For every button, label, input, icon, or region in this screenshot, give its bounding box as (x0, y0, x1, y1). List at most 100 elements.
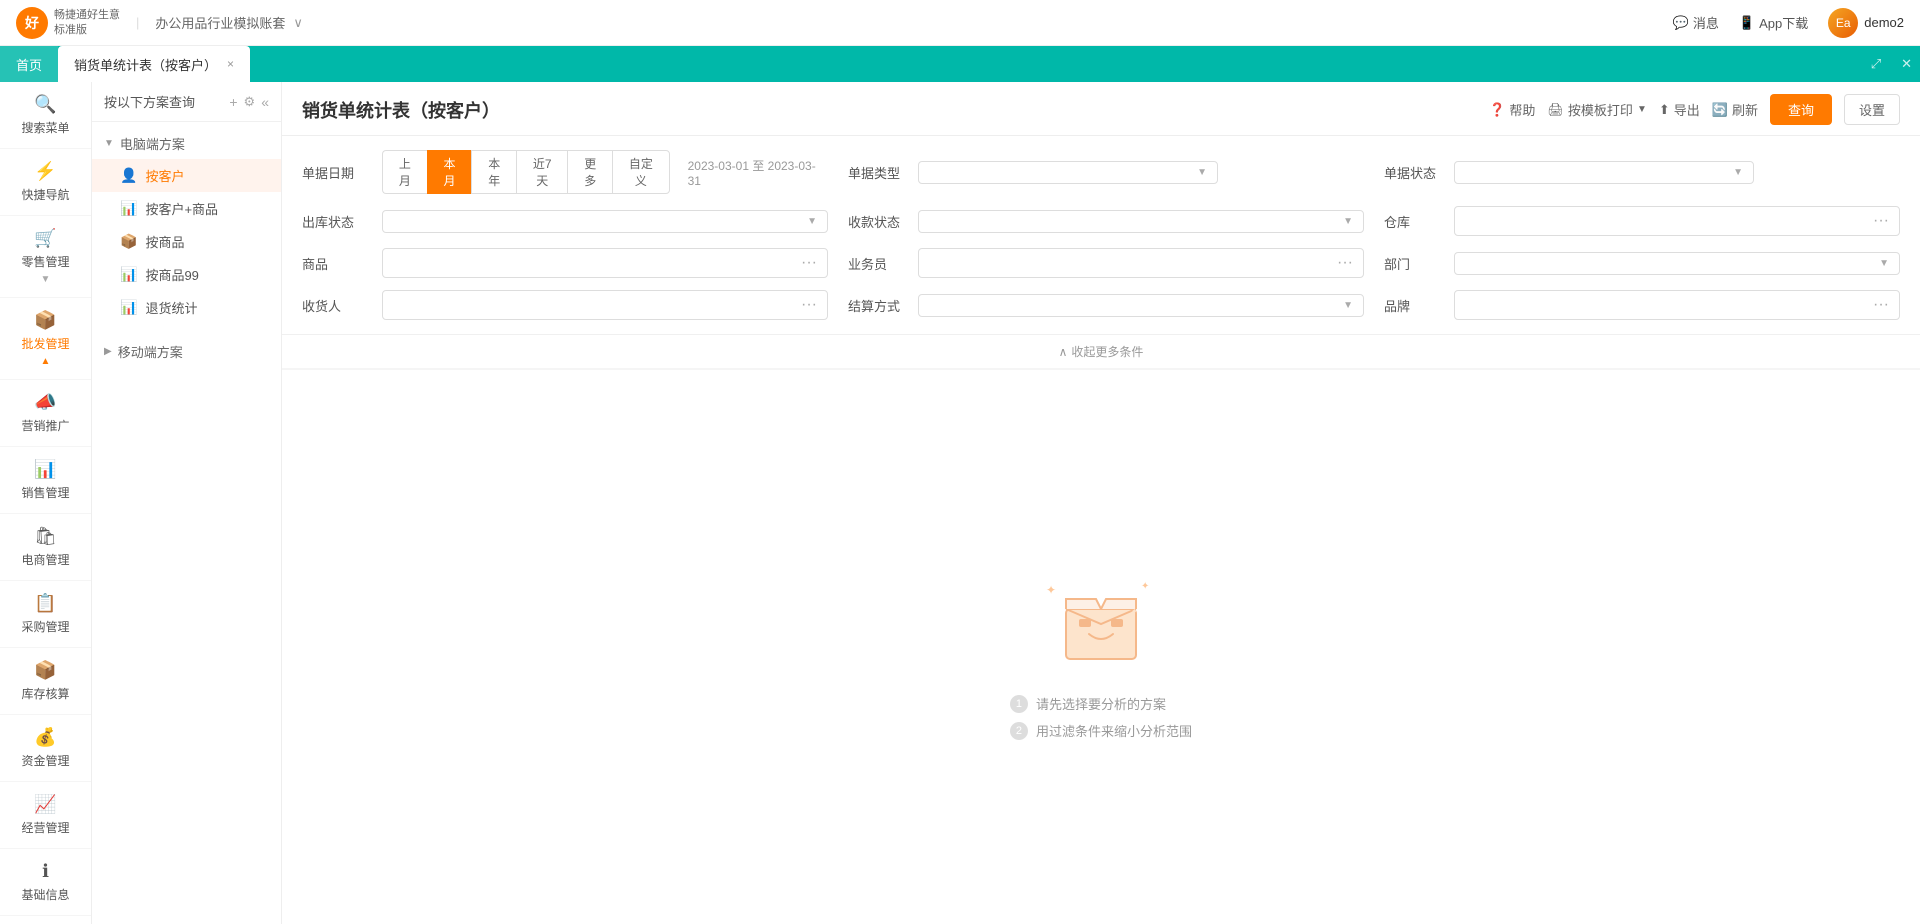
finance-icon: 💰 (34, 727, 56, 748)
sidebar-item-system[interactable]: ⚙ 系统管理 (0, 916, 91, 924)
sidebar-item-purchase[interactable]: 📋 采购管理 (0, 581, 91, 648)
brand-input[interactable]: ··· (1454, 290, 1900, 320)
export-button[interactable]: ⬆ 导出 (1659, 100, 1700, 119)
delivery-status-select[interactable]: ▼ (382, 210, 828, 233)
sidebar-item-wholesale[interactable]: 📦 批发管理 ▲ (0, 298, 91, 380)
warehouse-label: 仓库 (1364, 212, 1454, 231)
tab-sales-stat[interactable]: 销货单统计表（按客户） × (58, 46, 250, 82)
salesman-dots-icon[interactable]: ··· (1337, 254, 1353, 272)
tree-item-by-goods[interactable]: 📦 按商品 (92, 225, 281, 258)
goods-input[interactable]: ··· (382, 248, 828, 278)
tree-item-return-stat[interactable]: 📊 退货统计 (92, 291, 281, 324)
tree-header-mobile[interactable]: ▶ 移动端方案 (92, 336, 281, 367)
sidebar-item-sales[interactable]: 📊 销售管理 (0, 447, 91, 514)
date-7days-btn[interactable]: 近7天 (516, 150, 567, 194)
warehouse-input[interactable]: ··· (1454, 206, 1900, 236)
template-print-label: 按模板打印 (1568, 100, 1633, 119)
refresh-button[interactable]: 🔄 刷新 (1712, 100, 1758, 119)
panel-collapse-button[interactable]: « (261, 94, 269, 110)
help-label: 帮助 (1509, 100, 1535, 119)
tab-home[interactable]: 首页 (0, 46, 58, 82)
home-tab-label: 首页 (16, 55, 42, 74)
doc-type-filter-control: ▼ (918, 161, 1364, 184)
collection-status-select[interactable]: ▼ (918, 210, 1364, 233)
date-this-month-btn[interactable]: 本月 (427, 150, 472, 194)
doc-status-select[interactable]: ▼ (1454, 161, 1754, 184)
tree-header-pc[interactable]: ▼ 电脑端方案 (92, 128, 281, 159)
settlement-arrow-icon: ▼ (1343, 300, 1353, 311)
app-download-button[interactable]: 📱 App下载 (1739, 13, 1808, 32)
consignee-label: 收货人 (302, 296, 382, 315)
sidebar-item-quicknav[interactable]: ⚡ 快捷导航 (0, 149, 91, 216)
brand-dots-icon[interactable]: ··· (1873, 296, 1889, 314)
sidebar-ecommerce-label: 电商管理 (21, 551, 69, 568)
wholesale-icon: 📦 (34, 310, 56, 331)
sidebar-item-ecommerce[interactable]: 🛍 电商管理 (0, 514, 91, 581)
message-button[interactable]: 💬 消息 (1673, 13, 1719, 32)
consignee-dots-icon[interactable]: ··· (801, 296, 817, 314)
sidebar-item-retail[interactable]: 🛒 零售管理 ▼ (0, 216, 91, 298)
sidebar-management-label: 经营管理 (21, 819, 69, 836)
date-last-month-btn[interactable]: 上月 (382, 150, 427, 194)
tab-close-window[interactable]: ✕ (1893, 56, 1920, 72)
collapse-bar[interactable]: ∧ 收起更多条件 (282, 334, 1920, 368)
tab-maximize-button[interactable]: ⤢ (1859, 56, 1893, 72)
by-goods99-icon: 📊 (120, 266, 137, 283)
panel-add-button[interactable]: + (229, 94, 237, 110)
page-title: 销货单统计表（按客户） (302, 97, 500, 123)
filter-row-1: 单据日期 上月 本月 本年 近7天 更多 自定义 2023-03-01 至 20… (302, 150, 1900, 194)
date-custom-btn[interactable]: 自定义 (612, 150, 670, 194)
department-select[interactable]: ▼ (1454, 252, 1900, 275)
query-button[interactable]: 查询 (1770, 94, 1832, 125)
user-menu[interactable]: Ea demo2 (1828, 8, 1904, 38)
tree-item-by-customer[interactable]: 👤 按客户 (92, 159, 281, 192)
return-stat-icon: 📊 (120, 299, 137, 316)
filter-row-3: 商品 ··· 业务员 ··· 部门 (302, 248, 1900, 278)
settings-button[interactable]: 设置 (1844, 94, 1900, 125)
management-icon: 📈 (34, 794, 56, 815)
date-range-display: 2023-03-01 至 2023-03-31 (688, 157, 828, 188)
doc-status-filter-label: 单据状态 (1364, 163, 1454, 182)
sidebar-item-management[interactable]: 📈 经营管理 (0, 782, 91, 849)
help-button[interactable]: ❓ 帮助 (1489, 100, 1535, 119)
consignee-input[interactable]: ··· (382, 290, 828, 320)
tip-num-2: 2 (1010, 722, 1028, 740)
empty-state: ✦ ✦ ✦ 1 请先选择要分析的方案 2 用过滤条件来缩小分析范围 (282, 370, 1920, 924)
tree-item-by-goods99-label: 按商品99 (145, 265, 198, 284)
sidebar-item-inventory[interactable]: 📦 库存核算 (0, 648, 91, 715)
warehouse-dots-icon[interactable]: ··· (1873, 212, 1889, 230)
print-icon: 🖨 (1547, 102, 1564, 118)
download-icon: 📱 (1739, 15, 1755, 31)
inventory-icon: 📦 (34, 660, 56, 681)
content-area: 销货单统计表（按客户） ❓ 帮助 🖨 按模板打印 ▼ ⬆ 导出 🔄 刷新 (282, 82, 1920, 924)
panel-settings-button[interactable]: ⚙ (244, 94, 256, 110)
sidebar-search-label: 搜索菜单 (21, 119, 69, 136)
page-actions: ❓ 帮助 🖨 按模板打印 ▼ ⬆ 导出 🔄 刷新 查询 设置 (1489, 94, 1900, 125)
date-this-year-btn[interactable]: 本年 (471, 150, 516, 194)
doc-type-select[interactable]: ▼ (918, 161, 1218, 184)
consignee-control: ··· (382, 290, 828, 320)
sales-icon: 📊 (34, 459, 56, 480)
page-header: 销货单统计表（按客户） ❓ 帮助 🖨 按模板打印 ▼ ⬆ 导出 🔄 刷新 (282, 82, 1920, 136)
template-print-button[interactable]: 🖨 按模板打印 ▼ (1547, 100, 1646, 119)
sales-stat-tab-label: 销货单统计表（按客户） (74, 55, 217, 74)
sidebar-quicknav-label: 快捷导航 (21, 186, 69, 203)
print-arrow-icon: ▼ (1637, 104, 1647, 115)
sidebar-item-basic-info[interactable]: ℹ 基础信息 (0, 849, 91, 916)
tree-item-by-customer-goods[interactable]: 📊 按客户+商品 (92, 192, 281, 225)
left-panel: 按以下方案查询 + ⚙ « ▼ 电脑端方案 👤 按客户 📊 按客户+商品 📦 (92, 82, 282, 924)
salesman-label: 业务员 (828, 254, 918, 273)
goods-dots-icon[interactable]: ··· (801, 254, 817, 272)
date-more-btn[interactable]: 更多 (567, 150, 612, 194)
tab-close-button[interactable]: × (227, 57, 234, 71)
sidebar-item-marketing[interactable]: 📣 营销推广 (0, 380, 91, 447)
sidebar-item-finance[interactable]: 💰 资金管理 (0, 715, 91, 782)
tree-item-by-goods99[interactable]: 📊 按商品99 (92, 258, 281, 291)
empty-illustration: ✦ ✦ ✦ (1041, 554, 1161, 674)
filter-row-4: 收货人 ··· 结算方式 ▼ 品牌 (302, 290, 1900, 320)
sidebar-item-search[interactable]: 🔍 搜索菜单 (0, 82, 91, 149)
settlement-select[interactable]: ▼ (918, 294, 1364, 317)
salesman-input[interactable]: ··· (918, 248, 1364, 278)
main-layout: 🔍 搜索菜单 ⚡ 快捷导航 🛒 零售管理 ▼ 📦 批发管理 ▲ 📣 营销推广 📊… (0, 82, 1920, 924)
user-name: demo2 (1864, 15, 1904, 30)
